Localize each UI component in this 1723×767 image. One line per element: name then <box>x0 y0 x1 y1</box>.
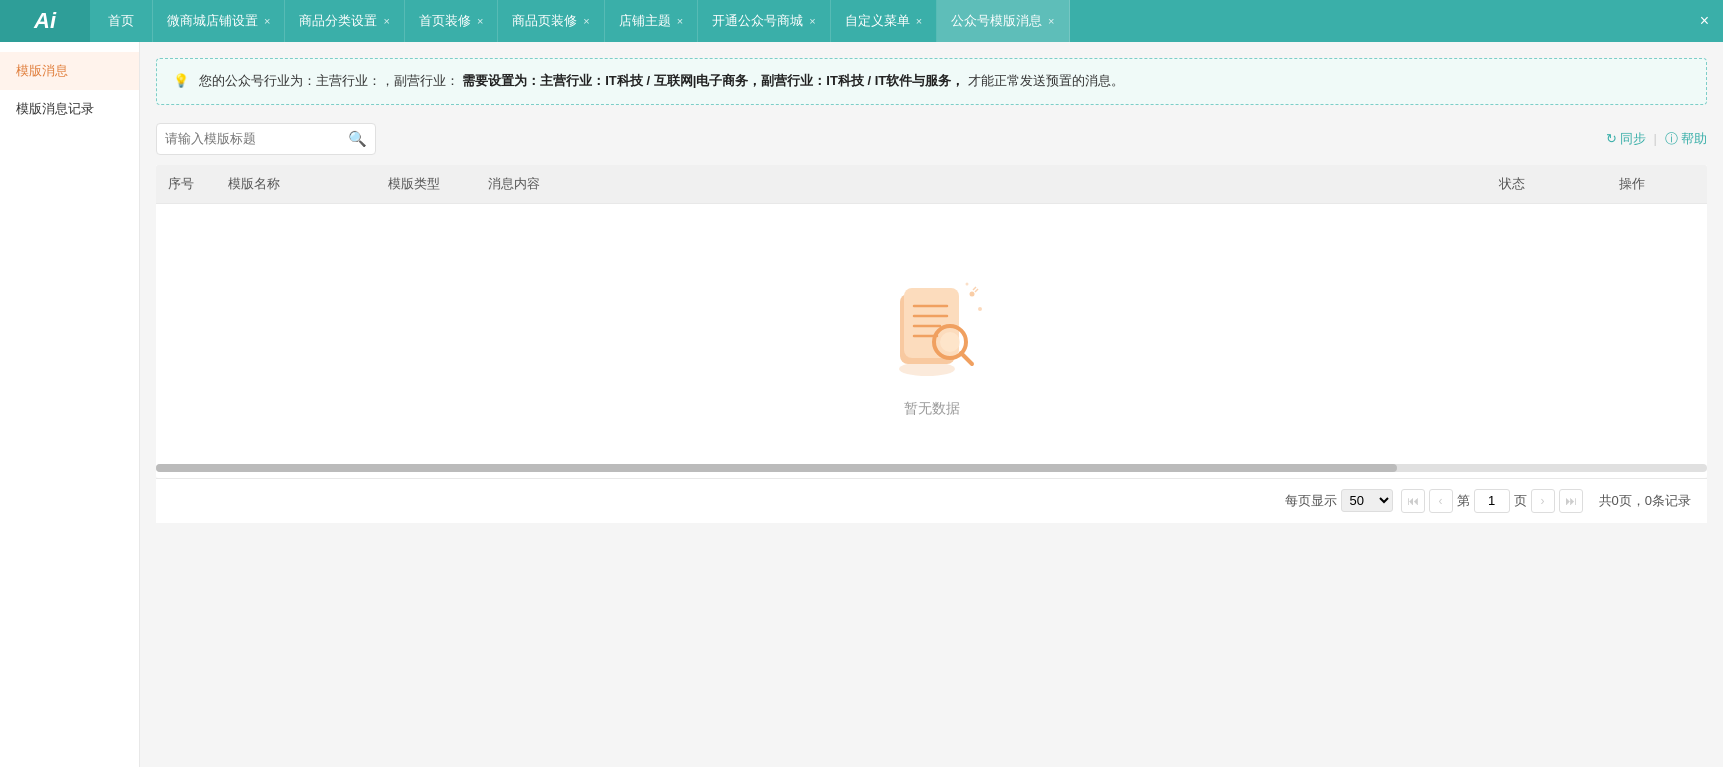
notice-highlight: 需要设置为：主营行业：IT科技 / 互联网|电子商务，副营行业：IT科技 / I… <box>462 73 964 88</box>
page-size-dropdown[interactable]: 50 10 20 100 <box>1341 489 1393 512</box>
prev-page-button[interactable]: ‹ <box>1429 489 1453 513</box>
tab-homepage-label: 首页装修 <box>419 12 471 30</box>
scrollbar-track[interactable] <box>156 464 1707 472</box>
tab-product-page[interactable]: 商品页装修 × <box>498 0 604 42</box>
svg-point-8 <box>940 332 960 352</box>
help-label: 帮助 <box>1681 130 1707 148</box>
table-header-row: 序号 模版名称 模版类型 消息内容 状态 操作 <box>156 165 1707 204</box>
empty-row: 暂无数据 <box>156 203 1707 458</box>
page-size-label: 每页显示 <box>1285 492 1337 510</box>
tab-category-close[interactable]: × <box>383 15 389 27</box>
tab-theme-close[interactable]: × <box>677 15 683 27</box>
top-navigation: Ai 首页 微商城店铺设置 × 商品分类设置 × 首页装修 × 商品页装修 × … <box>0 0 1723 42</box>
notice-box: 💡 您的公众号行业为：主营行业：，副营行业： 需要设置为：主营行业：IT科技 /… <box>156 58 1707 105</box>
tab-template-msg-label: 公众号模版消息 <box>951 12 1042 30</box>
toolbar-right: ↻ 同步 | ⓘ 帮助 <box>1606 130 1707 148</box>
page-size-select: 每页显示 50 10 20 100 <box>1285 489 1393 512</box>
tab-theme-label: 店铺主题 <box>619 12 671 30</box>
logo: Ai <box>0 0 90 42</box>
tab-homepage[interactable]: 首页装修 × <box>405 0 498 42</box>
tab-wechat-shop[interactable]: 开通公众号商城 × <box>698 0 830 42</box>
search-input-wrap[interactable]: 🔍 <box>156 123 376 155</box>
empty-state: 暂无数据 <box>156 204 1707 458</box>
col-header-type: 模版类型 <box>376 165 476 204</box>
sidebar-item-template-msg-record-label: 模版消息记录 <box>16 101 94 116</box>
notice-icon: 💡 <box>173 73 189 88</box>
tab-home-label: 首页 <box>108 12 134 30</box>
sync-label: 同步 <box>1620 130 1646 148</box>
scrollbar-thumb[interactable] <box>156 464 1397 472</box>
sidebar: 模版消息 模版消息记录 <box>0 42 140 767</box>
col-header-content: 消息内容 <box>476 165 1487 204</box>
tab-category[interactable]: 商品分类设置 × <box>285 0 404 42</box>
sidebar-item-template-msg-record[interactable]: 模版消息记录 <box>0 90 139 128</box>
svg-point-10 <box>969 291 974 296</box>
tab-weshop[interactable]: 微商城店铺设置 × <box>153 0 285 42</box>
tab-category-label: 商品分类设置 <box>299 12 377 30</box>
tab-template-msg[interactable]: 公众号模版消息 × <box>937 0 1069 42</box>
tab-custom-menu-close[interactable]: × <box>916 15 922 27</box>
col-header-action: 操作 <box>1607 165 1707 204</box>
table-wrapper: 序号 模版名称 模版类型 消息内容 状态 操作 <box>156 165 1707 478</box>
last-page-button[interactable]: ⏭ <box>1559 489 1583 513</box>
total-info: 共0页，0条记录 <box>1599 492 1691 510</box>
sync-icon: ↻ <box>1606 131 1617 146</box>
tab-product-page-label: 商品页装修 <box>512 12 577 30</box>
next-page-button[interactable]: › <box>1531 489 1555 513</box>
global-close-button[interactable]: × <box>1686 0 1723 42</box>
tab-template-msg-close[interactable]: × <box>1048 15 1054 27</box>
svg-line-9 <box>961 353 972 364</box>
svg-point-12 <box>965 282 968 285</box>
col-header-status: 状态 <box>1487 165 1607 204</box>
search-input[interactable] <box>165 131 344 146</box>
help-button[interactable]: ⓘ 帮助 <box>1665 130 1707 148</box>
tab-list: 首页 微商城店铺设置 × 商品分类设置 × 首页装修 × 商品页装修 × 店铺主… <box>90 0 1686 42</box>
page-number-input[interactable] <box>1474 489 1510 513</box>
tab-wechat-shop-label: 开通公众号商城 <box>712 12 803 30</box>
content-area: 💡 您的公众号行业为：主营行业：，副营行业： 需要设置为：主营行业：IT科技 /… <box>140 42 1723 767</box>
empty-text: 暂无数据 <box>904 400 960 418</box>
toolbar-divider: | <box>1654 131 1657 146</box>
pagination-bar: 每页显示 50 10 20 100 ⏮ ‹ 第 页 › ⏭ 共0页，0条记录 <box>156 478 1707 523</box>
main-layout: 模版消息 模版消息记录 💡 您的公众号行业为：主营行业：，副营行业： 需要设置为… <box>0 42 1723 767</box>
empty-illustration <box>872 264 992 384</box>
tab-home[interactable]: 首页 <box>90 0 153 42</box>
search-icon[interactable]: 🔍 <box>348 130 367 148</box>
tab-weshop-label: 微商城店铺设置 <box>167 12 258 30</box>
page-unit: 页 <box>1514 492 1527 510</box>
tab-homepage-close[interactable]: × <box>477 15 483 27</box>
tab-product-page-close[interactable]: × <box>583 15 589 27</box>
toolbar: 🔍 ↻ 同步 | ⓘ 帮助 <box>156 123 1707 155</box>
tab-custom-menu[interactable]: 自定义菜单 × <box>831 0 937 42</box>
sync-button[interactable]: ↻ 同步 <box>1606 130 1646 148</box>
notice-suffix: 才能正常发送预置的消息。 <box>968 73 1124 88</box>
svg-point-11 <box>978 307 982 311</box>
sidebar-item-template-msg-label: 模版消息 <box>16 63 68 78</box>
help-icon: ⓘ <box>1665 130 1678 148</box>
svg-point-0 <box>899 362 955 376</box>
page-navigation: ⏮ ‹ 第 页 › ⏭ <box>1401 489 1583 513</box>
col-header-name: 模版名称 <box>216 165 376 204</box>
col-header-index: 序号 <box>156 165 216 204</box>
tab-theme[interactable]: 店铺主题 × <box>605 0 698 42</box>
tab-custom-menu-label: 自定义菜单 <box>845 12 910 30</box>
first-page-button[interactable]: ⏮ <box>1401 489 1425 513</box>
tab-weshop-close[interactable]: × <box>264 15 270 27</box>
tab-wechat-shop-close[interactable]: × <box>809 15 815 27</box>
page-label: 第 <box>1457 492 1470 510</box>
notice-prefix: 您的公众号行业为：主营行业：，副营行业： <box>199 73 459 88</box>
svg-line-14 <box>973 287 976 290</box>
svg-line-13 <box>975 289 978 292</box>
data-table: 序号 模版名称 模版类型 消息内容 状态 操作 <box>156 165 1707 458</box>
sidebar-item-template-msg[interactable]: 模版消息 <box>0 52 139 90</box>
